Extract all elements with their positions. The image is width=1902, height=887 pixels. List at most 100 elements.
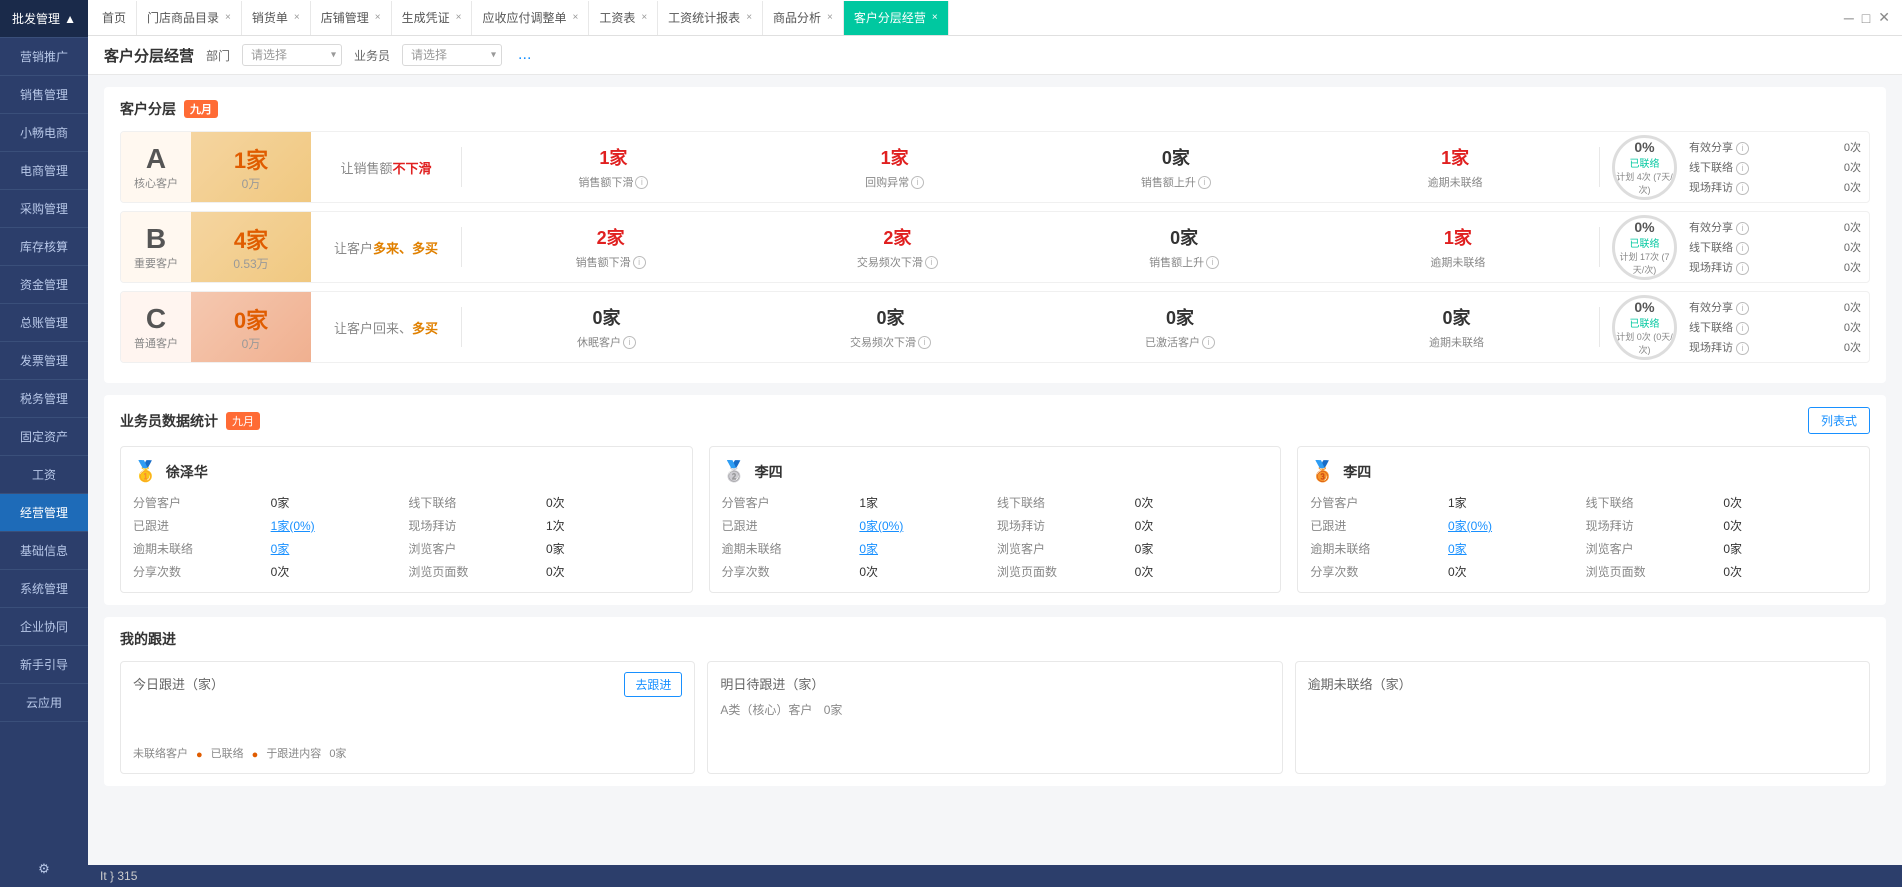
info-icon[interactable]: i: [918, 336, 931, 349]
tab-生成凭证[interactable]: 生成凭证×: [392, 1, 473, 35]
tab-应收应付调整单[interactable]: 应收应付调整单×: [472, 1, 589, 35]
tab-close-icon[interactable]: ×: [932, 12, 938, 23]
info-icon[interactable]: i: [1736, 242, 1749, 255]
tier-stats-B: 2家销售额下滑i2家交易频次下滑i0家销售额上升i1家逾期未联络: [462, 212, 1599, 282]
sidebar-item-发票管理[interactable]: 发票管理: [0, 342, 88, 380]
staff-row-label-1: 逾期未联络: [722, 540, 856, 557]
sidebar-item-固定资产[interactable]: 固定资产: [0, 418, 88, 456]
staff-row-val-0[interactable]: 0家: [271, 540, 405, 557]
info-icon[interactable]: i: [1206, 256, 1219, 269]
sidebar-item-新手引导[interactable]: 新手引导: [0, 646, 88, 684]
sidebar-item-基础信息[interactable]: 基础信息: [0, 532, 88, 570]
tab-close-icon[interactable]: ×: [827, 12, 833, 23]
circle-sub-B: 计划 17次 (7天/次): [1615, 250, 1674, 276]
stat-label-B: 销售额下滑i: [576, 254, 646, 270]
staff-link-2[interactable]: 0家: [1448, 542, 1467, 556]
tab-close-icon[interactable]: ×: [746, 12, 752, 23]
list-view-button[interactable]: 列表式: [1808, 407, 1870, 434]
info-icon[interactable]: i: [1736, 322, 1749, 335]
staff-row-val-2[interactable]: 0家(0%): [1448, 517, 1582, 534]
tab-close-icon[interactable]: ×: [456, 12, 462, 23]
info-icon[interactable]: i: [1736, 162, 1749, 175]
staff-row-val-1[interactable]: 0家: [859, 540, 993, 557]
tab-close-icon[interactable]: ×: [572, 12, 578, 23]
tab-首页[interactable]: 首页: [92, 1, 137, 35]
staff-link-1[interactable]: 0家(0%): [859, 519, 903, 533]
staff-row-val-0[interactable]: 1家(0%): [271, 517, 405, 534]
info-icon[interactable]: i: [623, 336, 636, 349]
tab-商品分析[interactable]: 商品分析×: [763, 1, 844, 35]
info-icon[interactable]: i: [1198, 176, 1211, 189]
dept-select[interactable]: 请选择: [242, 44, 342, 66]
tab-店铺管理[interactable]: 店铺管理×: [311, 1, 392, 35]
tab-close-icon[interactable]: ×: [641, 12, 647, 23]
rs-label: 现场拜访 i: [1689, 259, 1749, 275]
tab-工资表[interactable]: 工资表×: [589, 1, 658, 35]
staff-medal-1: 🥈: [722, 459, 747, 484]
tab-close-icon[interactable]: ×: [294, 12, 300, 23]
info-icon[interactable]: i: [1736, 222, 1749, 235]
window-minimize-icon[interactable]: ─: [1844, 10, 1854, 26]
sidebar-item-税务管理[interactable]: 税务管理: [0, 380, 88, 418]
staff-link-2[interactable]: 0家(0%): [1448, 519, 1492, 533]
overdue-followup-col: 逾期未联络（家）: [1295, 661, 1870, 774]
tab-close-icon[interactable]: ×: [225, 12, 231, 23]
tier-amount-C: 0万: [242, 335, 261, 352]
info-icon[interactable]: i: [911, 176, 924, 189]
sidebar-item-经营管理[interactable]: 经营管理: [0, 494, 88, 532]
content-area: 客户分层 九月 A核心客户1家0万让销售额不下滑1家销售额下滑i1家回购异常i0…: [88, 75, 1902, 865]
staff-link-0[interactable]: 0家: [271, 542, 290, 556]
goto-followup-button[interactable]: 去跟进: [624, 672, 682, 697]
sidebar-item-云应用[interactable]: 云应用: [0, 684, 88, 722]
info-icon[interactable]: i: [1202, 336, 1215, 349]
main-area: 首页门店商品目录×销货单×店铺管理×生成凭证×应收应付调整单×工资表×工资统计报…: [88, 0, 1902, 887]
tier-slogan-highlight-A: 不下滑: [393, 158, 432, 177]
stat-label-B: 逾期未联络: [1430, 254, 1485, 270]
sidebar-item-小畅电商[interactable]: 小畅电商: [0, 114, 88, 152]
staff-row-val-2[interactable]: 0家: [1448, 540, 1582, 557]
rs-val: 0次: [1844, 179, 1861, 195]
staff-link-0[interactable]: 1家(0%): [271, 519, 315, 533]
info-icon[interactable]: i: [1736, 182, 1749, 195]
rs-label: 有效分享 i: [1689, 219, 1749, 235]
info-icon[interactable]: i: [925, 256, 938, 269]
info-icon[interactable]: i: [635, 176, 648, 189]
circle-sub-C: 计划 0次 (0天/次): [1615, 330, 1674, 356]
sidebar-item-电商管理[interactable]: 电商管理: [0, 152, 88, 190]
info-icon[interactable]: i: [633, 256, 646, 269]
tab-close-icon[interactable]: ×: [375, 12, 381, 23]
tab-销货单[interactable]: 销货单×: [242, 1, 311, 35]
sidebar-item-库存核算[interactable]: 库存核算: [0, 228, 88, 266]
settings-button[interactable]: ⚙: [0, 851, 88, 887]
tab-工资统计报表[interactable]: 工资统计报表×: [658, 1, 763, 35]
staff-link-1[interactable]: 0家: [859, 542, 878, 556]
staff-row-label-1: 浏览客户: [997, 540, 1131, 557]
window-restore-icon[interactable]: □: [1862, 10, 1870, 26]
sidebar-item-资金管理[interactable]: 资金管理: [0, 266, 88, 304]
staff-row-label-2: 浏览页面数: [1586, 563, 1720, 580]
info-icon[interactable]: i: [1736, 262, 1749, 275]
info-icon[interactable]: i: [1736, 342, 1749, 355]
staff-row-val-0: 0家: [546, 540, 680, 557]
info-icon[interactable]: i: [1736, 302, 1749, 315]
more-filter-button[interactable]: ...: [518, 46, 531, 64]
sidebar-item-采购管理[interactable]: 采购管理: [0, 190, 88, 228]
sidebar-item-销售管理[interactable]: 销售管理: [0, 76, 88, 114]
sidebar-item-工资[interactable]: 工资: [0, 456, 88, 494]
sidebar-item-总账管理[interactable]: 总账管理: [0, 304, 88, 342]
staff-row-val-1: 0次: [859, 563, 993, 580]
sidebar-top-item[interactable]: 批发管理 ▲: [0, 0, 88, 38]
staff-row-val-1[interactable]: 0家(0%): [859, 517, 993, 534]
tab-客户分层经营[interactable]: 客户分层经营×: [844, 1, 949, 35]
sidebar-item-营销推广[interactable]: 营销推广: [0, 38, 88, 76]
stat-num-A: 1家: [881, 144, 909, 170]
tier-amount-A: 0万: [242, 175, 261, 192]
staff-select[interactable]: 请选择: [402, 44, 502, 66]
biz-stats-section: 业务员数据统计 九月 列表式 🥇徐泽华分管客户0家线下联络0次已跟进1家(0%)…: [104, 395, 1886, 605]
sidebar-item-系统管理[interactable]: 系统管理: [0, 570, 88, 608]
tab-门店商品目录[interactable]: 门店商品目录×: [137, 1, 242, 35]
sidebar-item-企业协同[interactable]: 企业协同: [0, 608, 88, 646]
tier-stats-A: 1家销售额下滑i1家回购异常i0家销售额上升i1家逾期未联络: [462, 132, 1599, 202]
window-close-icon[interactable]: ✕: [1878, 9, 1890, 26]
info-icon[interactable]: i: [1736, 142, 1749, 155]
